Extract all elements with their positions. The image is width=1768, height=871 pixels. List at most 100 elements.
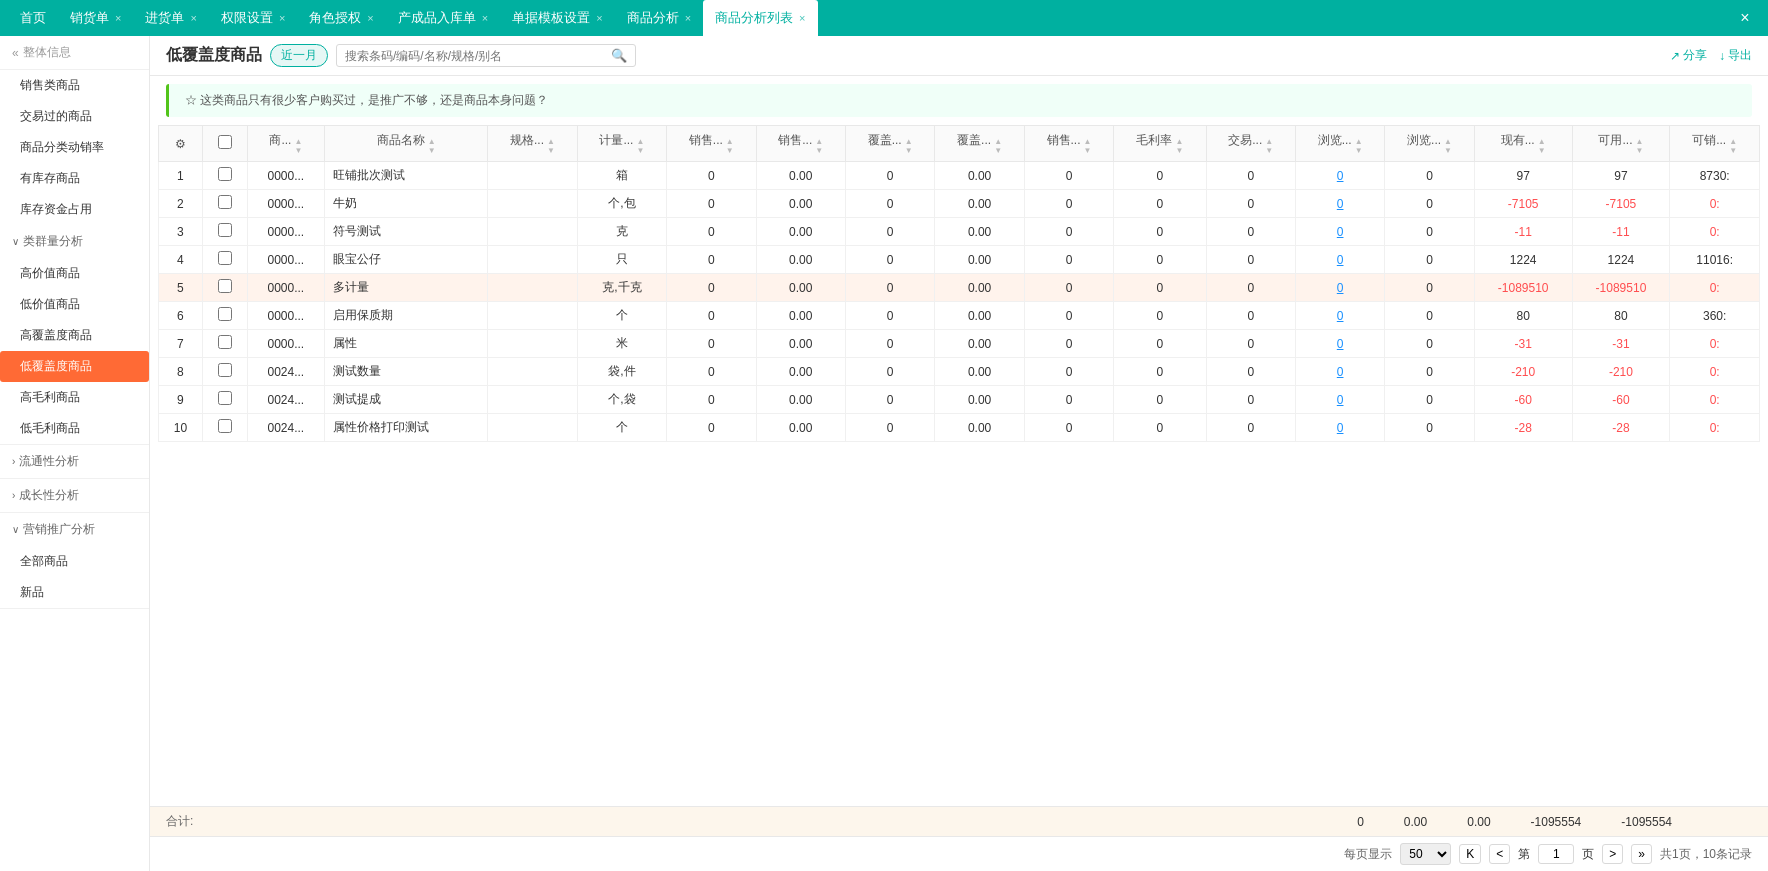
row-checkbox[interactable]: [218, 167, 232, 181]
page-size-select[interactable]: 50 10 20 100: [1400, 843, 1451, 865]
th-cover-a[interactable]: 覆盖...▲▼: [845, 126, 934, 162]
share-button[interactable]: ↗ 分享: [1670, 47, 1707, 64]
cell-browse-a[interactable]: 0: [1295, 302, 1384, 330]
nav-purchase-order[interactable]: 进货单 ×: [133, 0, 208, 36]
row-checkbox[interactable]: [218, 251, 232, 265]
sidebar-item-sales-goods[interactable]: 销售类商品: [0, 70, 149, 101]
sidebar-item-traded-goods[interactable]: 交易过的商品: [0, 101, 149, 132]
row-checkbox[interactable]: [218, 335, 232, 349]
cell-browse-a[interactable]: 0: [1295, 414, 1384, 442]
th-spec[interactable]: 规格...▲▼: [488, 126, 577, 162]
export-button[interactable]: ↓ 导出: [1719, 47, 1752, 64]
row-checkbox[interactable]: [218, 307, 232, 321]
sidebar-group-marketing-header[interactable]: ∨ 营销推广分析: [0, 513, 149, 546]
cell-sellable: 0:: [1670, 386, 1760, 414]
cell-unit: 箱: [577, 162, 666, 190]
close-icon[interactable]: ×: [190, 12, 196, 24]
th-sales-qty[interactable]: 销售...▲▼: [667, 126, 756, 162]
nav-home[interactable]: 首页: [8, 0, 58, 36]
close-icon[interactable]: ×: [799, 12, 805, 24]
cell-browse-a[interactable]: 0: [1295, 358, 1384, 386]
close-icon[interactable]: ×: [367, 12, 373, 24]
close-all-button[interactable]: ×: [1730, 3, 1760, 33]
cell-browse-a[interactable]: 0: [1295, 330, 1384, 358]
close-icon[interactable]: ×: [596, 12, 602, 24]
nav-sales-order[interactable]: 销货单 ×: [58, 0, 133, 36]
sidebar-item-low-margin[interactable]: 低毛利商品: [0, 413, 149, 444]
sidebar-item-all-goods[interactable]: 全部商品: [0, 546, 149, 577]
sidebar-item-stock-capital[interactable]: 库存资金占用: [0, 194, 149, 225]
sidebar-group-circulation-header[interactable]: › 流通性分析: [0, 445, 149, 478]
nav-product-analysis-list[interactable]: 商品分析列表 ×: [703, 0, 817, 36]
cell-checkbox[interactable]: [202, 190, 247, 218]
sidebar-item-category-rate[interactable]: 商品分类动销率: [0, 132, 149, 163]
nav-product-analysis[interactable]: 商品分析 ×: [615, 0, 703, 36]
th-browse-b[interactable]: 浏览...▲▼: [1385, 126, 1474, 162]
th-current[interactable]: 现有...▲▼: [1474, 126, 1572, 162]
cell-checkbox[interactable]: [202, 358, 247, 386]
search-input[interactable]: [345, 49, 611, 63]
search-icon[interactable]: 🔍: [611, 48, 627, 63]
cell-checkbox[interactable]: [202, 274, 247, 302]
first-page-button[interactable]: K: [1459, 844, 1481, 864]
nav-permissions[interactable]: 权限设置 ×: [209, 0, 297, 36]
sidebar-collapse-button[interactable]: « 整体信息: [0, 36, 149, 70]
cell-browse-a[interactable]: 0: [1295, 190, 1384, 218]
cell-browse-a[interactable]: 0: [1295, 246, 1384, 274]
sidebar-item-high-value[interactable]: 高价值商品: [0, 258, 149, 289]
next-page-button[interactable]: >: [1602, 844, 1623, 864]
sidebar-item-high-coverage[interactable]: 高覆盖度商品: [0, 320, 149, 351]
cell-checkbox[interactable]: [202, 246, 247, 274]
cell-trade: 0: [1206, 274, 1295, 302]
current-page-input[interactable]: [1538, 844, 1574, 864]
cell-checkbox[interactable]: [202, 162, 247, 190]
cell-checkbox[interactable]: [202, 218, 247, 246]
th-browse-a[interactable]: 浏览...▲▼: [1295, 126, 1384, 162]
row-checkbox[interactable]: [218, 223, 232, 237]
th-sales-amt[interactable]: 销售...▲▼: [756, 126, 845, 162]
sidebar-item-high-margin[interactable]: 高毛利商品: [0, 382, 149, 413]
close-icon[interactable]: ×: [685, 12, 691, 24]
th-avail[interactable]: 可用...▲▼: [1572, 126, 1670, 162]
cell-browse-a[interactable]: 0: [1295, 218, 1384, 246]
row-checkbox[interactable]: [218, 391, 232, 405]
th-name[interactable]: 商品名称▲▼: [325, 126, 488, 162]
row-checkbox[interactable]: [218, 279, 232, 293]
sidebar-item-low-value[interactable]: 低价值商品: [0, 289, 149, 320]
th-cover-b[interactable]: 覆盖...▲▼: [935, 126, 1024, 162]
select-all-checkbox[interactable]: [218, 135, 232, 149]
close-icon[interactable]: ×: [482, 12, 488, 24]
cell-browse-a[interactable]: 0: [1295, 274, 1384, 302]
sidebar-group-cluster-header[interactable]: ∨ 类群量分析: [0, 225, 149, 258]
cell-checkbox[interactable]: [202, 386, 247, 414]
th-checkbox[interactable]: [202, 126, 247, 162]
sidebar-group-growth-header[interactable]: › 成长性分析: [0, 479, 149, 512]
cell-checkbox[interactable]: [202, 302, 247, 330]
nav-product-inbound[interactable]: 产成品入库单 ×: [386, 0, 500, 36]
row-checkbox[interactable]: [218, 363, 232, 377]
sidebar-item-low-coverage[interactable]: 低覆盖度商品: [0, 351, 149, 382]
row-checkbox[interactable]: [218, 195, 232, 209]
row-checkbox[interactable]: [218, 419, 232, 433]
sidebar-item-stocked-goods[interactable]: 有库存商品: [0, 163, 149, 194]
th-trade[interactable]: 交易...▲▼: [1206, 126, 1295, 162]
sidebar-item-new-goods[interactable]: 新品: [0, 577, 149, 608]
filter-period-button[interactable]: 近一月: [270, 44, 328, 67]
close-icon[interactable]: ×: [115, 12, 121, 24]
cell-browse-a[interactable]: 0: [1295, 162, 1384, 190]
cell-checkbox[interactable]: [202, 330, 247, 358]
close-icon[interactable]: ×: [279, 12, 285, 24]
th-sellable[interactable]: 可销...▲▼: [1670, 126, 1760, 162]
th-settings[interactable]: ⚙: [159, 126, 203, 162]
last-page-button[interactable]: »: [1631, 844, 1652, 864]
nav-role-auth[interactable]: 角色授权 ×: [297, 0, 385, 36]
prev-page-button[interactable]: <: [1489, 844, 1510, 864]
cell-checkbox[interactable]: [202, 414, 247, 442]
cell-trade: 0: [1206, 414, 1295, 442]
nav-template-settings[interactable]: 单据模板设置 ×: [500, 0, 614, 36]
th-unit[interactable]: 计量...▲▼: [577, 126, 666, 162]
th-sales-c[interactable]: 销售...▲▼: [1024, 126, 1113, 162]
th-code[interactable]: 商...▲▼: [247, 126, 325, 162]
th-gross-rate[interactable]: 毛利率▲▼: [1114, 126, 1206, 162]
cell-browse-a[interactable]: 0: [1295, 386, 1384, 414]
